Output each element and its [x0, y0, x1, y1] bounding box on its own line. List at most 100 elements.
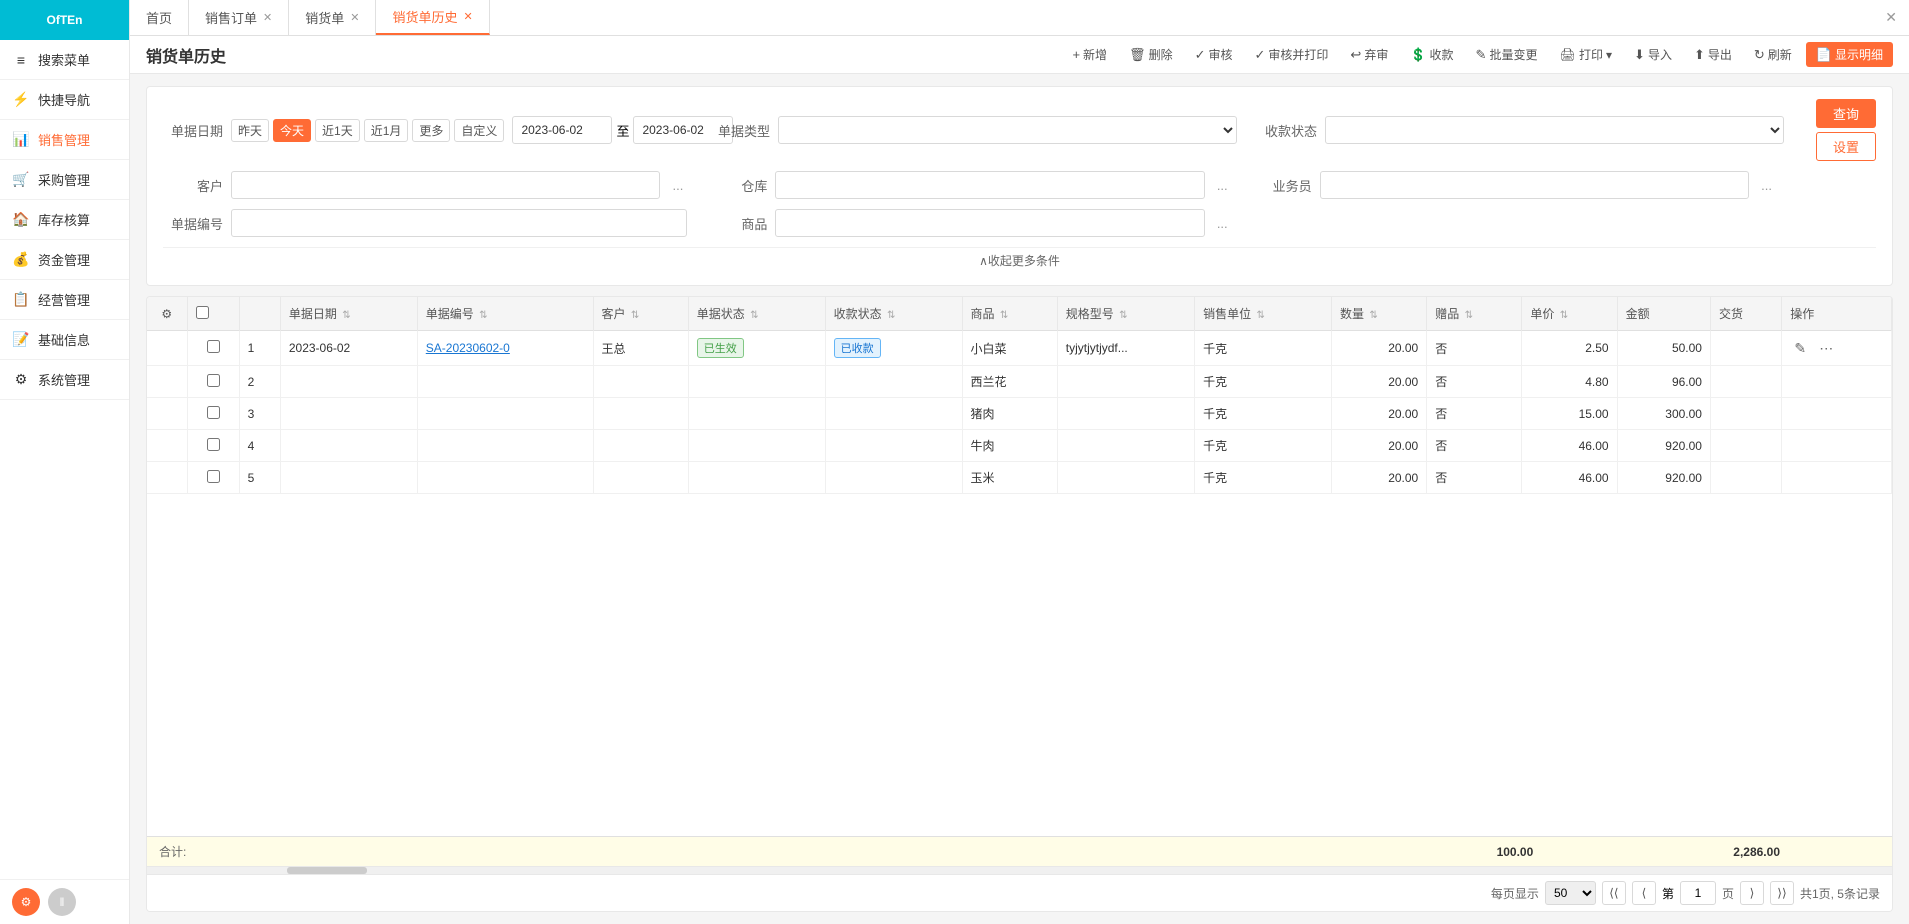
goods-dots[interactable]: ...: [1213, 216, 1232, 231]
cell-customer: 王总: [593, 331, 688, 366]
salesperson-input[interactable]: [1320, 171, 1749, 199]
import-button[interactable]: ⬇ 导入: [1626, 42, 1680, 67]
date-1month[interactable]: 近1月: [364, 119, 409, 142]
tab-close-sales-delivery[interactable]: ✕: [350, 11, 359, 24]
th-payment-status[interactable]: 收款状态 ⇅: [825, 297, 962, 331]
sidebar-item-finance[interactable]: 💰 资金管理: [0, 240, 129, 280]
cell-doc-no[interactable]: [417, 398, 593, 430]
new-button[interactable]: + 新增: [1064, 42, 1115, 67]
th-gift[interactable]: 赠品 ⇅: [1427, 297, 1522, 331]
cell-doc-no[interactable]: [417, 430, 593, 462]
audit-button[interactable]: ✓ 审核: [1187, 42, 1241, 67]
date-7days[interactable]: 近1天: [315, 119, 360, 142]
sidebar-settings-btn[interactable]: ⚙: [12, 888, 40, 916]
table-row: 1 2023-06-02 SA-20230602-0 王总 已生效 已收款 小白…: [147, 331, 1892, 366]
new-icon: +: [1072, 47, 1080, 62]
th-quantity[interactable]: 数量 ⇅: [1332, 297, 1427, 331]
tab-close-sales-order[interactable]: ✕: [263, 11, 272, 24]
warehouse-input[interactable]: [775, 171, 1204, 199]
sidebar-item-inventory[interactable]: 🏠 库存核算: [0, 200, 129, 240]
cell-goods: 西兰花: [962, 366, 1057, 398]
show-detail-button[interactable]: 📄 显示明细: [1806, 42, 1893, 67]
customer-dots[interactable]: ...: [668, 178, 687, 193]
th-goods[interactable]: 商品 ⇅: [962, 297, 1057, 331]
th-unit-price[interactable]: 单价 ⇅: [1522, 297, 1617, 331]
th-spec[interactable]: 规格型号 ⇅: [1057, 297, 1194, 331]
page-input[interactable]: [1680, 881, 1716, 905]
tab-close-sales-history[interactable]: ✕: [464, 10, 473, 23]
export-button[interactable]: ⬆ 导出: [1686, 42, 1740, 67]
doc-no-input[interactable]: [231, 209, 687, 237]
cell-unit-price: 15.00: [1522, 398, 1617, 430]
set-button[interactable]: 设置: [1816, 132, 1876, 161]
sidebar-collapse-btn[interactable]: ‖: [48, 888, 76, 916]
goods-input[interactable]: [775, 209, 1204, 237]
audit-print-button[interactable]: ✓ 审核并打印: [1247, 42, 1337, 67]
th-doc-status[interactable]: 单据状态 ⇅: [688, 297, 825, 331]
page-title: 销货单历史: [146, 43, 226, 67]
abandon-button[interactable]: ↩ 弃审: [1342, 42, 1396, 67]
edit-icon[interactable]: ✎: [1790, 338, 1810, 358]
sidebar-item-system-mgmt[interactable]: ⚙ 系统管理: [0, 360, 129, 400]
batch-change-button[interactable]: ✎ 批量变更: [1468, 42, 1546, 67]
th-unit[interactable]: 销售单位 ⇅: [1195, 297, 1332, 331]
th-customer[interactable]: 客户 ⇅: [593, 297, 688, 331]
collapse-button[interactable]: ∧ 收起更多条件: [163, 247, 1876, 273]
th-settings[interactable]: ⚙: [147, 297, 187, 331]
page-size-select[interactable]: 50 100 200: [1545, 881, 1596, 905]
doc-type-select[interactable]: [778, 116, 1237, 144]
sidebar-item-basic-info[interactable]: 📝 基础信息: [0, 320, 129, 360]
collect-button[interactable]: 💲 收款: [1402, 42, 1461, 67]
th-doc-no[interactable]: 单据编号 ⇅: [417, 297, 593, 331]
cell-customer: [593, 366, 688, 398]
date-custom[interactable]: 自定义: [454, 119, 504, 142]
refresh-button[interactable]: ↻ 刷新: [1746, 42, 1800, 67]
sidebar-item-operations[interactable]: 📋 经营管理: [0, 280, 129, 320]
date-quick-buttons: 昨天 今天 近1天 近1月 更多 自定义: [231, 119, 504, 142]
last-page-btn[interactable]: ⟩⟩: [1770, 881, 1794, 905]
cell-doc-no[interactable]: SA-20230602-0: [417, 331, 593, 366]
delete-button[interactable]: 🗑 删除: [1121, 42, 1181, 67]
cell-doc-no[interactable]: [417, 366, 593, 398]
tab-sales-history[interactable]: 销货单历史 ✕: [376, 0, 489, 35]
sidebar-item-quick-nav[interactable]: ⚡ 快捷导航: [0, 80, 129, 120]
tab-sales-order[interactable]: 销售订单 ✕: [189, 0, 289, 35]
more-icon[interactable]: ⋯: [1816, 338, 1836, 358]
sort-doc-status-icon: ⇅: [750, 310, 758, 321]
cell-row-no: 1: [239, 331, 280, 366]
tab-close-all[interactable]: ✕: [1885, 9, 1909, 26]
tab-sales-delivery[interactable]: 销货单 ✕: [289, 0, 376, 35]
cell-action: [1782, 430, 1892, 462]
salesperson-dots[interactable]: ...: [1757, 178, 1776, 193]
sort-unit-icon: ⇅: [1256, 310, 1264, 321]
sidebar-item-sales-mgmt[interactable]: 📊 销售管理: [0, 120, 129, 160]
prev-page-btn[interactable]: ⟨: [1632, 881, 1656, 905]
system-icon: ⚙: [12, 371, 30, 389]
horizontal-scrollbar[interactable]: [147, 866, 1892, 874]
customer-input[interactable]: [231, 171, 660, 199]
finance-icon: 💰: [12, 251, 30, 269]
print-button[interactable]: 🖨 打印 ▾: [1551, 42, 1620, 67]
page-size-label: 每页显示: [1491, 885, 1539, 902]
cell-checkbox[interactable]: [187, 331, 239, 366]
date-from-input[interactable]: [512, 116, 612, 144]
warehouse-dots[interactable]: ...: [1213, 178, 1232, 193]
next-page-btn[interactable]: ⟩: [1740, 881, 1764, 905]
customer-label: 客户: [163, 176, 223, 195]
cell-checkbox[interactable]: [187, 366, 239, 398]
cell-checkbox[interactable]: [187, 462, 239, 494]
date-yesterday[interactable]: 昨天: [231, 119, 269, 142]
cell-checkbox[interactable]: [187, 398, 239, 430]
select-all-checkbox[interactable]: [196, 306, 209, 319]
date-today[interactable]: 今天: [273, 119, 311, 142]
sidebar-item-purchase-mgmt[interactable]: 🛒 采购管理: [0, 160, 129, 200]
query-button[interactable]: 查询: [1816, 99, 1876, 128]
tab-home[interactable]: 首页: [130, 0, 189, 35]
sidebar-item-search-menu[interactable]: ≡ 搜索菜单: [0, 40, 129, 80]
payment-status-select[interactable]: [1325, 116, 1784, 144]
cell-checkbox[interactable]: [187, 430, 239, 462]
first-page-btn[interactable]: ⟨⟨: [1602, 881, 1626, 905]
date-more[interactable]: 更多: [412, 119, 450, 142]
th-doc-date[interactable]: 单据日期 ⇅: [280, 297, 417, 331]
cell-doc-no[interactable]: [417, 462, 593, 494]
